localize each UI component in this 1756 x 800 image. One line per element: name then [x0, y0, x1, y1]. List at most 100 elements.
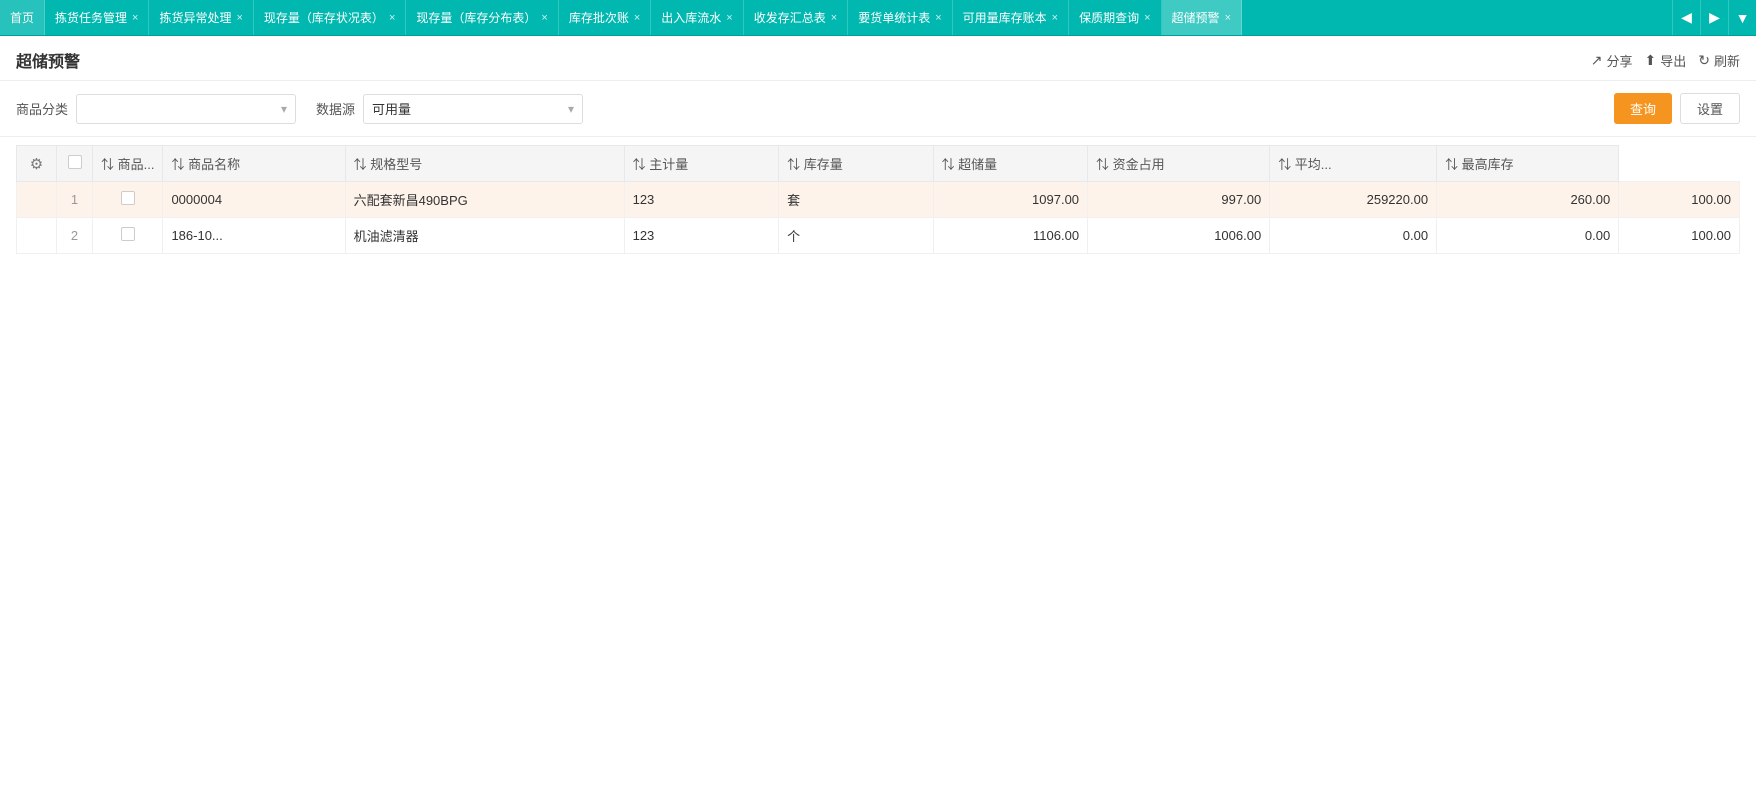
row-gear-1 — [17, 218, 57, 254]
nav-stock-dist[interactable]: 现存量（库存分布表） × — [406, 0, 558, 35]
datasource-select[interactable]: 可用量 ▾ — [363, 94, 583, 124]
datasource-chevron-icon: ▾ — [568, 102, 574, 116]
close-pick-task[interactable]: × — [132, 12, 138, 24]
row-capital-0: 259220.00 — [1270, 182, 1437, 218]
col-unit[interactable]: ⇅ 主计量 — [624, 146, 778, 182]
col-overstock-label: ⇅ 超储量 — [942, 157, 998, 172]
col-spec-label: ⇅ 规格型号 — [354, 157, 423, 172]
col-capital-label: ⇅ 资金占用 — [1096, 157, 1165, 172]
row-avg-0: 260.00 — [1437, 182, 1619, 218]
nav-overstock[interactable]: 超储预警 × — [1162, 0, 1242, 35]
nav-req-stat[interactable]: 要货单统计表 × — [848, 0, 952, 35]
table-container: ⚙ ⇅ 商品... ⇅ 商品名称 ⇅ 规格型号 ⇅ 主计量 ⇅ — [0, 145, 1756, 254]
col-capital[interactable]: ⇅ 资金占用 — [1088, 146, 1270, 182]
close-inout-flow[interactable]: × — [726, 12, 732, 24]
share-button[interactable]: ↗ 分享 — [1591, 51, 1633, 70]
nav-available-ledger[interactable]: 可用量库存账本 × — [953, 0, 1069, 35]
close-req-stat[interactable]: × — [935, 12, 941, 24]
nav-batch[interactable]: 库存批次账 × — [559, 0, 651, 35]
row-product-code-0: 0000004 — [163, 182, 345, 218]
refresh-button[interactable]: ↻ 刷新 — [1698, 51, 1740, 70]
row-spec-1: 123 — [624, 218, 778, 254]
datasource-label: 数据源 — [316, 99, 355, 118]
row-select-checkbox-0[interactable] — [121, 191, 135, 205]
col-stock-label: ⇅ 库存量 — [787, 157, 843, 172]
header-actions: ↗ 分享 ⬆ 导出 ↻ 刷新 — [1591, 51, 1740, 70]
table-header-row: ⚙ ⇅ 商品... ⇅ 商品名称 ⇅ 规格型号 ⇅ 主计量 ⇅ — [17, 146, 1740, 182]
row-overstock-1: 1006.00 — [1088, 218, 1270, 254]
col-product-name-label: ⇅ 商品名称 — [171, 157, 240, 172]
col-avg[interactable]: ⇅ 平均... — [1270, 146, 1437, 182]
settings-button[interactable]: 设置 — [1680, 93, 1740, 124]
row-checkbox-cell-0[interactable] — [93, 182, 163, 218]
row-product-name-0: 六配套新昌490BPG — [345, 182, 624, 218]
table-row: 2186-10...机油滤清器123个1106.001006.000.000.0… — [17, 218, 1740, 254]
close-batch[interactable]: × — [634, 12, 640, 24]
col-spec[interactable]: ⇅ 规格型号 — [345, 146, 624, 182]
category-chevron-icon: ▾ — [281, 102, 287, 116]
close-pick-exception[interactable]: × — [236, 12, 242, 24]
row-capital-1: 0.00 — [1270, 218, 1437, 254]
col-settings[interactable]: ⚙ — [17, 146, 57, 182]
row-max-stock-0: 100.00 — [1619, 182, 1740, 218]
nav-arrows: ◀ ▶ ▼ — [1672, 0, 1756, 35]
row-overstock-0: 997.00 — [1088, 182, 1270, 218]
nav-expiry[interactable]: 保质期查询 × — [1069, 0, 1161, 35]
close-stock-status[interactable]: × — [389, 12, 395, 24]
row-avg-1: 0.00 — [1437, 218, 1619, 254]
col-avg-label: ⇅ 平均... — [1278, 157, 1331, 172]
gear-icon: ⚙ — [30, 156, 43, 173]
col-unit-label: ⇅ 主计量 — [633, 157, 689, 172]
row-unit-1: 个 — [779, 218, 933, 254]
category-filter: 商品分类 ▾ — [16, 94, 296, 124]
filter-actions: 查询 设置 — [1614, 93, 1740, 124]
row-stock-1: 1106.00 — [933, 218, 1087, 254]
col-max-stock-label: ⇅ 最高库存 — [1445, 157, 1514, 172]
col-product-name[interactable]: ⇅ 商品名称 — [163, 146, 345, 182]
filter-bar: 商品分类 ▾ 数据源 可用量 ▾ 查询 设置 — [0, 81, 1756, 137]
row-spec-0: 123 — [624, 182, 778, 218]
row-gear-0 — [17, 182, 57, 218]
col-max-stock[interactable]: ⇅ 最高库存 — [1437, 146, 1619, 182]
category-label: 商品分类 — [16, 99, 68, 118]
row-select-checkbox-1[interactable] — [121, 227, 135, 241]
overstock-table: ⚙ ⇅ 商品... ⇅ 商品名称 ⇅ 规格型号 ⇅ 主计量 ⇅ — [16, 145, 1740, 254]
row-unit-0: 套 — [779, 182, 933, 218]
row-max-stock-1: 100.00 — [1619, 218, 1740, 254]
row-num-1: 2 — [57, 218, 93, 254]
close-summary[interactable]: × — [831, 12, 837, 24]
row-stock-0: 1097.00 — [933, 182, 1087, 218]
refresh-icon: ↻ — [1698, 52, 1710, 69]
close-overstock[interactable]: × — [1225, 12, 1231, 24]
row-product-name-1: 机油滤清器 — [345, 218, 624, 254]
datasource-filter: 数据源 可用量 ▾ — [316, 94, 583, 124]
table-row: 1 0000004六配套新昌490BPG123套1097.00997.002592… — [17, 182, 1740, 218]
share-icon: ↗ — [1591, 52, 1603, 69]
row-checkbox-cell-1[interactable] — [93, 218, 163, 254]
col-overstock[interactable]: ⇅ 超储量 — [933, 146, 1087, 182]
nav-inout-flow[interactable]: 出入库流水 × — [651, 0, 743, 35]
nav-summary[interactable]: 收发存汇总表 × — [744, 0, 848, 35]
query-button[interactable]: 查询 — [1614, 93, 1672, 124]
close-stock-dist[interactable]: × — [541, 12, 547, 24]
col-checkbox-all[interactable] — [57, 146, 93, 182]
nav-pick-exception[interactable]: 拣货异常处理 × — [149, 0, 253, 35]
col-product-code[interactable]: ⇅ 商品... — [93, 146, 163, 182]
col-stock[interactable]: ⇅ 库存量 — [779, 146, 933, 182]
nav-home[interactable]: 首页 — [0, 0, 45, 35]
top-navigation: 首页 拣货任务管理 × 拣货异常处理 × 现存量（库存状况表） × 现存量（库存… — [0, 0, 1756, 36]
row-product-code-1: 186-10... — [163, 218, 345, 254]
col-product-code-label: ⇅ 商品... — [101, 157, 154, 172]
row-num-0: 1 — [57, 182, 93, 218]
nav-prev-btn[interactable]: ◀ — [1672, 0, 1700, 35]
export-button[interactable]: ⬆ 导出 — [1645, 51, 1687, 70]
nav-pick-task[interactable]: 拣货任务管理 × — [45, 0, 149, 35]
close-available-ledger[interactable]: × — [1052, 12, 1058, 24]
export-icon: ⬆ — [1645, 52, 1657, 69]
nav-stock-status[interactable]: 现存量（库存状况表） × — [254, 0, 406, 35]
select-all-checkbox[interactable] — [68, 155, 82, 169]
category-select[interactable]: ▾ — [76, 94, 296, 124]
close-expiry[interactable]: × — [1144, 12, 1150, 24]
nav-expand-btn[interactable]: ▼ — [1728, 0, 1756, 35]
nav-next-btn[interactable]: ▶ — [1700, 0, 1728, 35]
